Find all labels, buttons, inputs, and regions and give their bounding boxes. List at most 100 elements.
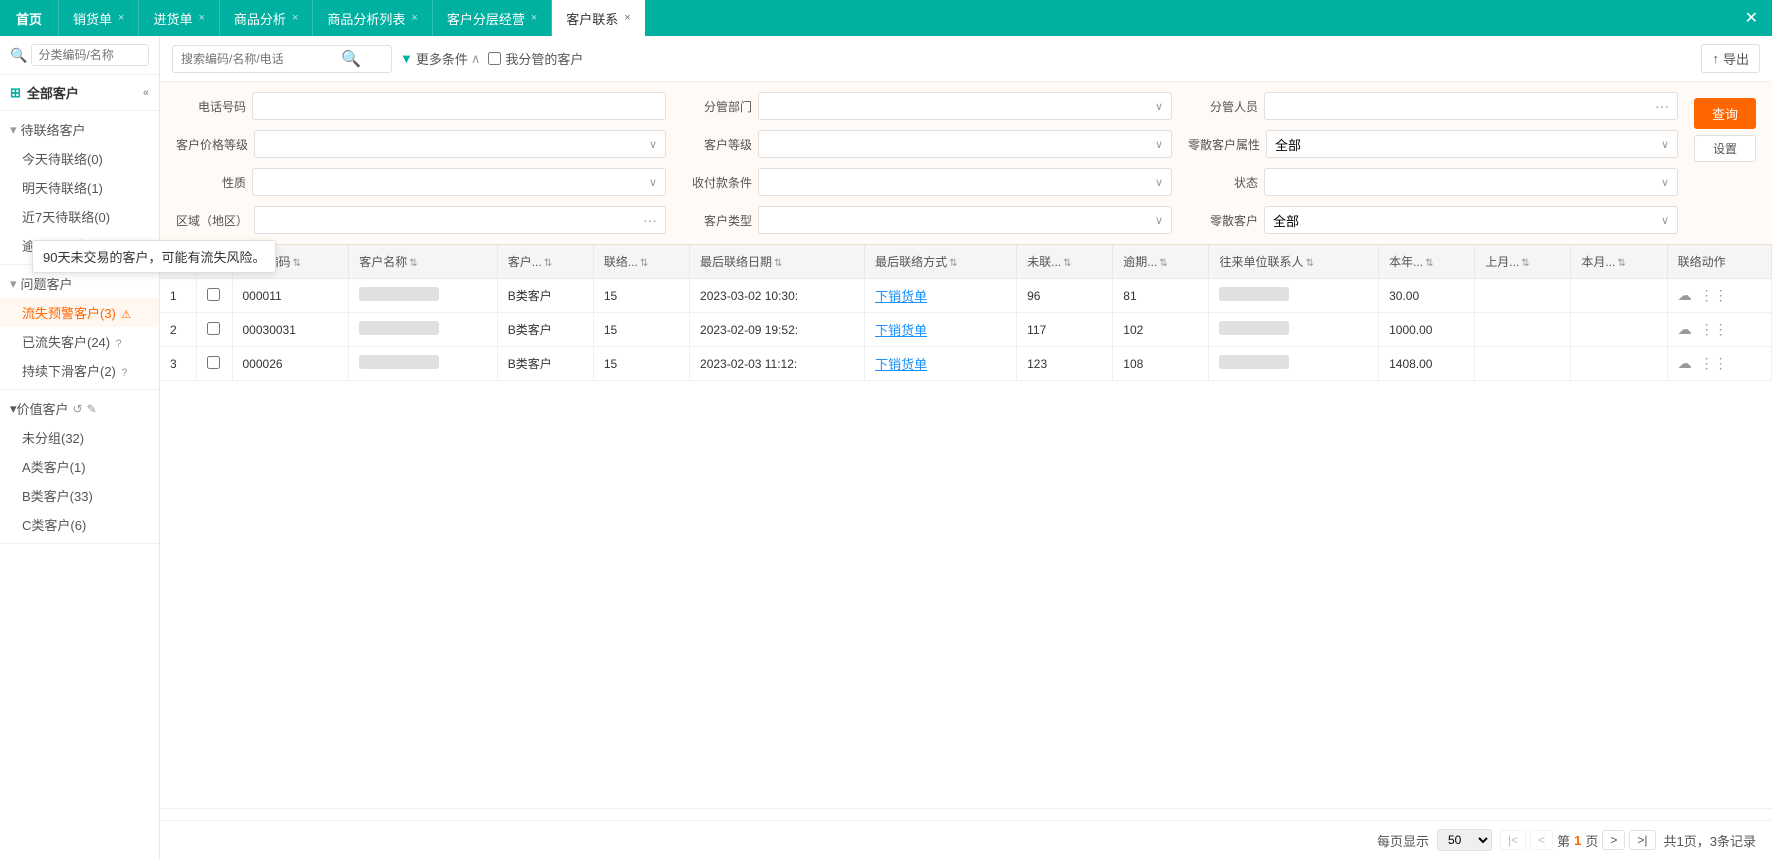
tab-home[interactable]: 首页: [0, 0, 59, 36]
th-last-month[interactable]: 上月...⇅: [1475, 245, 1571, 279]
gender-select[interactable]: ∨: [252, 168, 666, 196]
area-select[interactable]: ···: [254, 206, 666, 234]
sidebar-item-declining[interactable]: 持续下滑客户(2) ?: [0, 356, 159, 385]
tab-close-customer-segment[interactable]: ×: [531, 12, 537, 24]
sidebar-search-input[interactable]: [31, 44, 149, 66]
sidebar-item-tomorrow[interactable]: 明天待联络(1): [0, 173, 159, 202]
manager-dots[interactable]: ···: [1655, 98, 1669, 114]
search-button-icon[interactable]: 🔍: [341, 49, 361, 69]
tab-customer-contact[interactable]: 客户联系 ×: [552, 0, 644, 36]
dept-select[interactable]: ∨: [758, 92, 1172, 120]
td-actions-0[interactable]: ☁ ⋮⋮: [1667, 279, 1771, 313]
td-actions-2[interactable]: ☁ ⋮⋮: [1667, 347, 1771, 381]
sort-icon-name: ⇅: [409, 258, 417, 269]
th-liaison[interactable]: 往来单位联系人⇅: [1209, 245, 1379, 279]
sidebar-item-7days[interactable]: 近7天待联络(0): [0, 202, 159, 231]
next-page-button[interactable]: >: [1602, 830, 1625, 850]
sidebar-item-churn-warning[interactable]: 流失预警客户(3) ⚠: [0, 298, 159, 327]
filter-customer-type: 客户类型 ∨: [682, 206, 1172, 234]
th-this-year[interactable]: 本年...⇅: [1379, 245, 1475, 279]
more-filter-button[interactable]: ▼ 更多条件 ∧: [400, 49, 480, 68]
th-last-method[interactable]: 最后联络方式⇅: [865, 245, 1017, 279]
tab-close-product-analysis[interactable]: ×: [292, 12, 298, 24]
first-page-button[interactable]: |<: [1500, 830, 1526, 850]
zero-customer-select[interactable]: 全部 ∨: [1264, 206, 1678, 234]
last-page-button[interactable]: >|: [1629, 830, 1655, 850]
tab-close-purchase-order[interactable]: ×: [198, 12, 204, 24]
action-contact-icon-0[interactable]: ☁: [1678, 287, 1692, 304]
data-table: ⚙ 客户编码⇅ 客户名称⇅ 客户...⇅ 联络...⇅ 最后联络日期⇅ 最后联络…: [160, 245, 1772, 381]
td-last-date-1: 2023-02-09 19:52:: [690, 313, 865, 347]
area-dots[interactable]: ···: [643, 212, 657, 228]
th-this-month[interactable]: 本月...⇅: [1571, 245, 1667, 279]
tab-bar: 首页 销货单 × 进货单 × 商品分析 × 商品分析列表 × 客户分层经营 × …: [0, 0, 1772, 36]
sidebar-item-class-b[interactable]: B类客户(33): [0, 481, 159, 510]
sidebar-all-customers[interactable]: ⊞ 全部客户 «: [0, 75, 159, 111]
per-page-select[interactable]: 50 100 200: [1437, 829, 1492, 851]
action-more-icon-1[interactable]: ⋮⋮: [1700, 321, 1728, 338]
td-checkbox-1[interactable]: [196, 313, 232, 347]
action-more-icon-2[interactable]: ⋮⋮: [1700, 355, 1728, 372]
group-pending-contact-title[interactable]: ▾ 待联络客户: [0, 115, 159, 144]
th-overdue[interactable]: 逾期...⇅: [1113, 245, 1209, 279]
row-checkbox-0[interactable]: [207, 288, 220, 301]
settings-button[interactable]: 设置: [1694, 135, 1756, 162]
export-button[interactable]: ↑ 导出: [1701, 44, 1760, 73]
customer-level-arrow: ∨: [1155, 138, 1163, 151]
tab-customer-segment[interactable]: 客户分层经营 ×: [433, 0, 552, 36]
search-input[interactable]: [181, 52, 341, 66]
prev-page-button[interactable]: <: [1530, 830, 1553, 850]
tab-product-analysis-list[interactable]: 商品分析列表 ×: [313, 0, 432, 36]
collapse-icon[interactable]: «: [143, 87, 149, 99]
toolbar: 🔍 ▼ 更多条件 ∧ 我分管的客户 ↑ 导出: [160, 36, 1772, 82]
sidebar-item-class-a[interactable]: A类客户(1): [0, 452, 159, 481]
action-more-icon-0[interactable]: ⋮⋮: [1700, 287, 1728, 304]
row-checkbox-2[interactable]: [207, 356, 220, 369]
group-value-customers-title[interactable]: ▾ 价值客户 ↺ ✎: [0, 394, 159, 423]
arrow-icon: ▾: [10, 122, 17, 138]
td-last-method-1[interactable]: 下销货单: [865, 313, 1017, 347]
query-button[interactable]: 查询: [1694, 98, 1756, 129]
zero-attr-select[interactable]: 全部 ∨: [1266, 130, 1678, 158]
td-checkbox-0[interactable]: [196, 279, 232, 313]
sidebar-item-class-c[interactable]: C类客户(6): [0, 510, 159, 539]
td-checkbox-2[interactable]: [196, 347, 232, 381]
filter-status: 状态 ∨: [1188, 168, 1678, 196]
sidebar-item-today[interactable]: 今天待联络(0): [0, 144, 159, 173]
td-last-date-2: 2023-02-03 11:12:: [690, 347, 865, 381]
refresh-icon[interactable]: ↺: [73, 402, 83, 416]
th-type[interactable]: 客户...⇅: [497, 245, 593, 279]
tab-close-product-analysis-list[interactable]: ×: [411, 12, 417, 24]
page-suffix: 页: [1585, 831, 1598, 850]
edit-icon[interactable]: ✎: [87, 402, 97, 416]
manager-select[interactable]: ···: [1264, 92, 1678, 120]
th-uncontacted[interactable]: 未联...⇅: [1017, 245, 1113, 279]
close-all-tabs[interactable]: ✕: [1731, 8, 1772, 28]
td-actions-1[interactable]: ☁ ⋮⋮: [1667, 313, 1771, 347]
question-icon: ?: [115, 338, 121, 350]
tab-product-analysis[interactable]: 商品分析 ×: [220, 0, 313, 36]
customer-level-select[interactable]: ∨: [758, 130, 1172, 158]
th-name[interactable]: 客户名称⇅: [349, 245, 497, 279]
th-contact[interactable]: 联络...⇅: [593, 245, 689, 279]
sidebar-item-ungroup[interactable]: 未分组(32): [0, 423, 159, 452]
sidebar-item-churned[interactable]: 已流失客户(24) ?: [0, 327, 159, 356]
action-contact-icon-1[interactable]: ☁: [1678, 321, 1692, 338]
td-last-method-0[interactable]: 下销货单: [865, 279, 1017, 313]
tab-close-sales-order[interactable]: ×: [118, 12, 124, 24]
th-last-date[interactable]: 最后联络日期⇅: [690, 245, 865, 279]
action-contact-icon-2[interactable]: ☁: [1678, 355, 1692, 372]
price-level-select[interactable]: ∨: [254, 130, 666, 158]
payment-select[interactable]: ∨: [758, 168, 1172, 196]
group-problem-customers-title[interactable]: ▾ 问题客户: [0, 269, 159, 298]
customer-type-select[interactable]: ∨: [758, 206, 1172, 234]
row-checkbox-1[interactable]: [207, 322, 220, 335]
tab-close-customer-contact[interactable]: ×: [624, 12, 630, 24]
td-last-method-2[interactable]: 下销货单: [865, 347, 1017, 381]
my-customers-checkbox[interactable]: [488, 52, 501, 65]
phone-input[interactable]: [252, 92, 666, 120]
status-select[interactable]: ∨: [1264, 168, 1678, 196]
table-scrollbar[interactable]: [160, 808, 1772, 820]
tab-sales-order[interactable]: 销货单 ×: [59, 0, 139, 36]
tab-purchase-order[interactable]: 进货单 ×: [139, 0, 219, 36]
